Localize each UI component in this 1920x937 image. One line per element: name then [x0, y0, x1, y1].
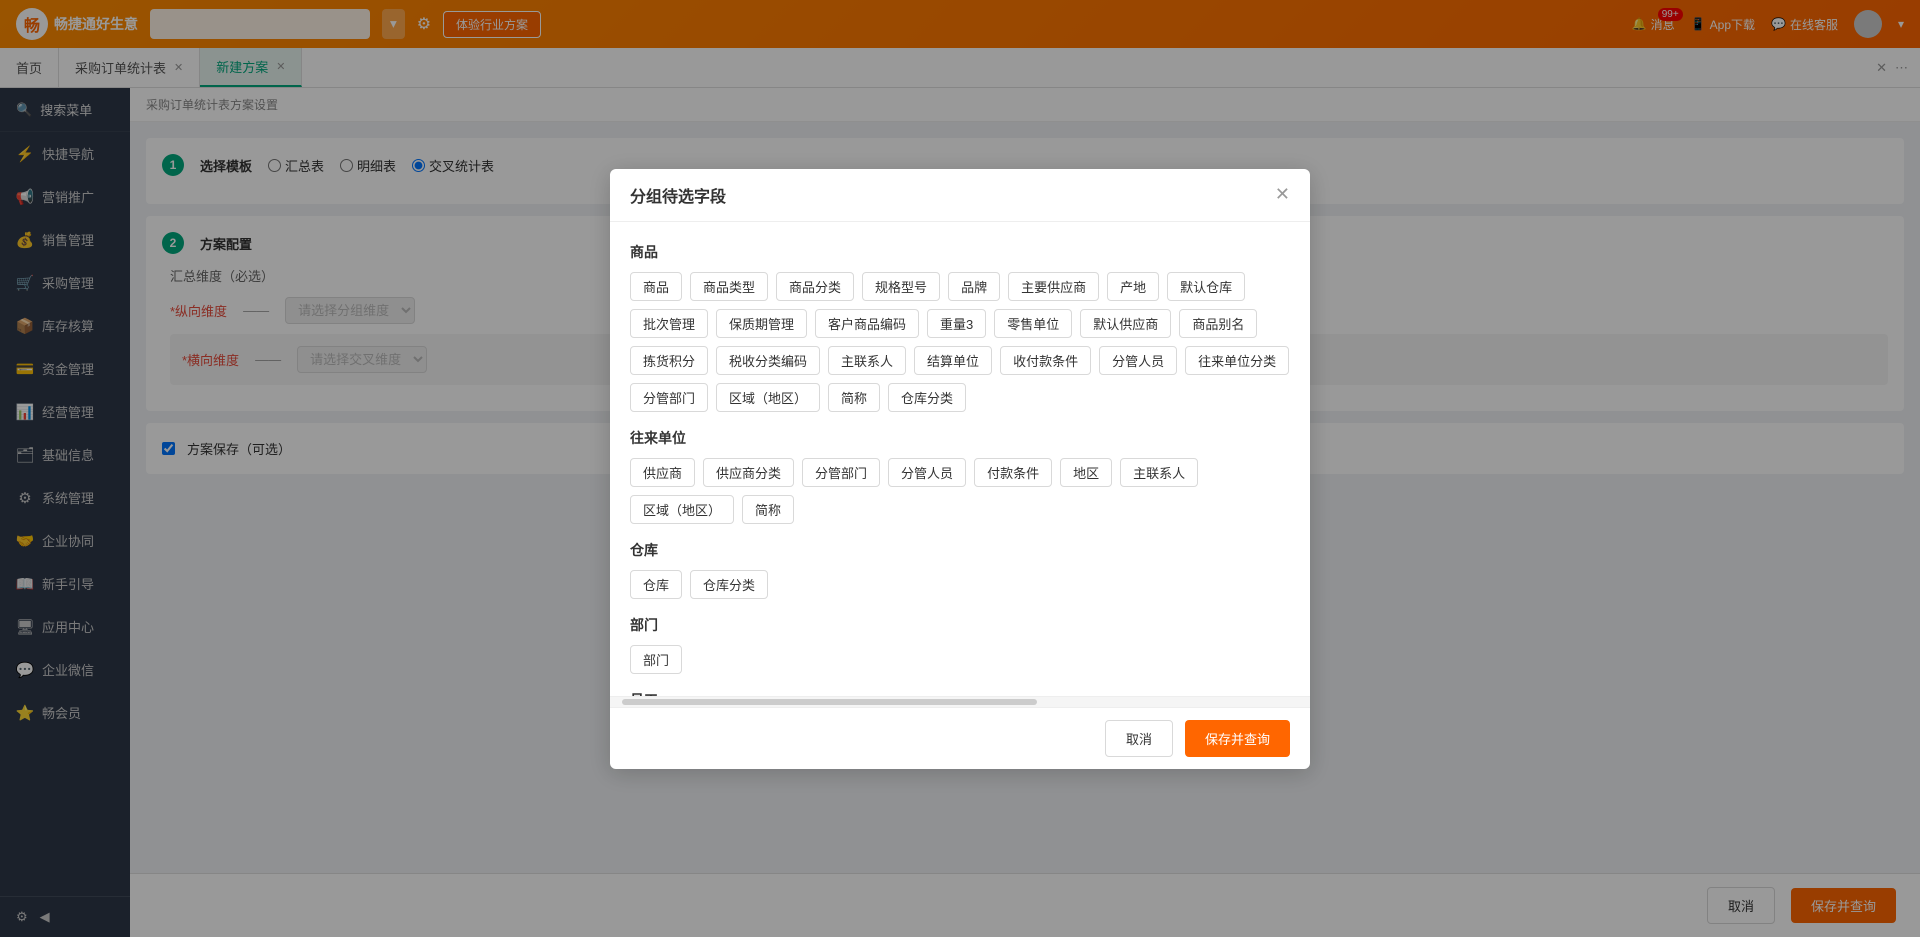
field-area[interactable]: 地区 — [1060, 458, 1112, 487]
section-dept-fields: 部门 — [630, 645, 1290, 674]
section-goods-title: 商品 — [630, 242, 1290, 262]
section-warehouse-title: 仓库 — [630, 540, 1290, 560]
section-counterpart-fields: 供应商 供应商分类 分管部门 分管人员 付款条件 地区 主联系人 区域（地区） … — [630, 458, 1290, 524]
field-supplier[interactable]: 供应商 — [630, 458, 695, 487]
field-weight3[interactable]: 重量3 — [927, 309, 986, 338]
field-customer-code[interactable]: 客户商品编码 — [815, 309, 919, 338]
field-mgmt-person[interactable]: 分管人员 — [888, 458, 966, 487]
field-warehouse-category[interactable]: 仓库分类 — [888, 383, 966, 412]
field-payment-cond[interactable]: 付款条件 — [974, 458, 1052, 487]
field-counterpart-category[interactable]: 往来单位分类 — [1185, 346, 1289, 375]
field-default-warehouse[interactable]: 默认仓库 — [1167, 272, 1245, 301]
field-warehouse[interactable]: 仓库 — [630, 570, 682, 599]
field-goods-alias[interactable]: 商品别名 — [1179, 309, 1257, 338]
section-counterpart: 往来单位 供应商 供应商分类 分管部门 分管人员 付款条件 地区 主联系人 区域… — [630, 428, 1290, 524]
field-goods[interactable]: 商品 — [630, 272, 682, 301]
field-tax-code[interactable]: 税收分类编码 — [716, 346, 820, 375]
section-dept: 部门 部门 — [630, 615, 1290, 674]
section-dept-title: 部门 — [630, 615, 1290, 635]
modal-header: 分组待选字段 ✕ — [610, 169, 1310, 222]
hscroll-thumb — [622, 699, 1037, 705]
field-goods-category[interactable]: 商品分类 — [776, 272, 854, 301]
modal-save-query-button[interactable]: 保存并查询 — [1185, 720, 1290, 757]
field-supplier-category[interactable]: 供应商分类 — [703, 458, 794, 487]
field-dept[interactable]: 部门 — [630, 645, 682, 674]
section-goods-fields: 商品 商品类型 商品分类 规格型号 品牌 主要供应商 产地 默认仓库 批次管理 … — [630, 272, 1290, 412]
field-select-modal: 分组待选字段 ✕ 商品 商品 商品类型 商品分类 规格型号 品牌 主要供应商 产… — [610, 169, 1310, 769]
field-dept-mgmt[interactable]: 分管部门 — [630, 383, 708, 412]
field-pick-points[interactable]: 拣货积分 — [630, 346, 708, 375]
field-batch-mgmt[interactable]: 批次管理 — [630, 309, 708, 338]
field-region[interactable]: 区域（地区） — [716, 383, 820, 412]
field-retail-unit[interactable]: 零售单位 — [994, 309, 1072, 338]
modal-footer: 取消 保存并查询 — [610, 707, 1310, 769]
modal-hscroll[interactable] — [610, 696, 1310, 706]
field-expiry-mgmt[interactable]: 保质期管理 — [716, 309, 807, 338]
field-warehouse-cat[interactable]: 仓库分类 — [690, 570, 768, 599]
section-warehouse: 仓库 仓库 仓库分类 — [630, 540, 1290, 599]
field-supervisor[interactable]: 分管人员 — [1099, 346, 1177, 375]
field-mgmt-dept[interactable]: 分管部门 — [802, 458, 880, 487]
modal-title: 分组待选字段 — [630, 183, 726, 207]
field-origin[interactable]: 产地 — [1107, 272, 1159, 301]
field-short-name[interactable]: 简称 — [828, 383, 880, 412]
modal-body[interactable]: 商品 商品 商品类型 商品分类 规格型号 品牌 主要供应商 产地 默认仓库 批次… — [610, 222, 1310, 697]
field-payment-terms[interactable]: 收付款条件 — [1000, 346, 1091, 375]
field-settlement-unit[interactable]: 结算单位 — [914, 346, 992, 375]
field-main-supplier[interactable]: 主要供应商 — [1008, 272, 1099, 301]
field-main-contact[interactable]: 主联系人 — [828, 346, 906, 375]
section-employee: 员工 业务员 — [630, 690, 1290, 697]
section-employee-title: 员工 — [630, 690, 1290, 697]
section-goods: 商品 商品 商品类型 商品分类 规格型号 品牌 主要供应商 产地 默认仓库 批次… — [630, 242, 1290, 412]
field-short-name2[interactable]: 简称 — [742, 495, 794, 524]
modal-cancel-button[interactable]: 取消 — [1105, 720, 1173, 757]
modal-overlay: 分组待选字段 ✕ 商品 商品 商品类型 商品分类 规格型号 品牌 主要供应商 产… — [0, 0, 1920, 937]
field-region2[interactable]: 区域（地区） — [630, 495, 734, 524]
modal-close-button[interactable]: ✕ — [1275, 184, 1290, 205]
field-main-contact2[interactable]: 主联系人 — [1120, 458, 1198, 487]
field-spec-model[interactable]: 规格型号 — [862, 272, 940, 301]
section-counterpart-title: 往来单位 — [630, 428, 1290, 448]
field-goods-type[interactable]: 商品类型 — [690, 272, 768, 301]
field-default-supplier[interactable]: 默认供应商 — [1080, 309, 1171, 338]
section-warehouse-fields: 仓库 仓库分类 — [630, 570, 1290, 599]
field-brand[interactable]: 品牌 — [948, 272, 1000, 301]
